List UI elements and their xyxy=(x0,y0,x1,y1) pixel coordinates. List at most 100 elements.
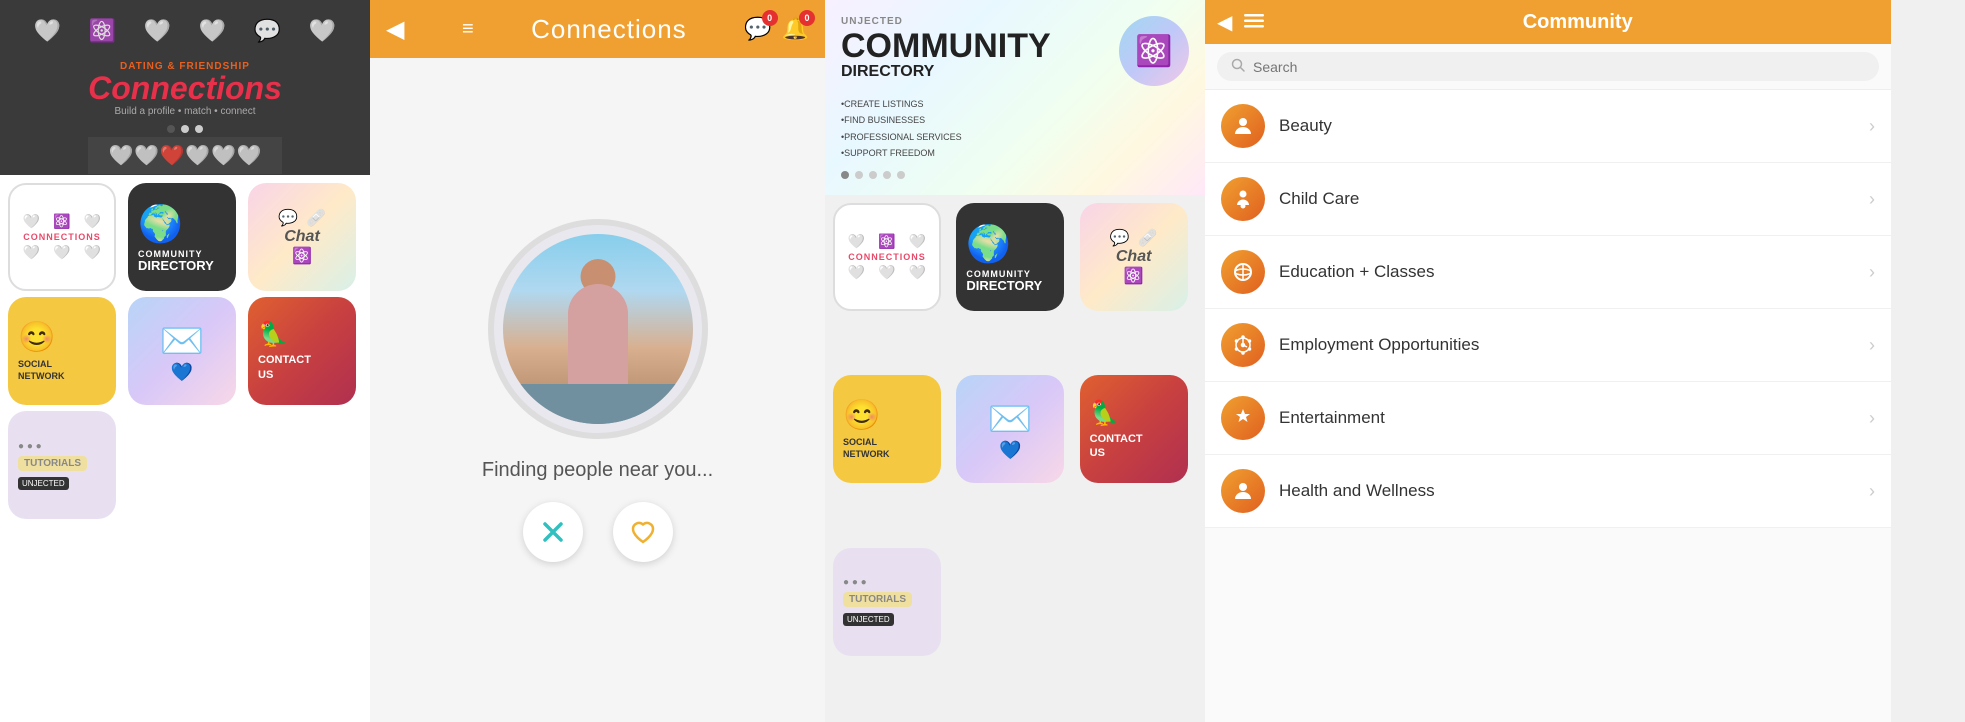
tut-label-2: TUTORIALS xyxy=(843,592,912,607)
beauty-icon xyxy=(1221,104,1265,148)
heart-b5: 🤍 xyxy=(211,143,236,168)
chat-label-2: Chat xyxy=(1116,248,1152,266)
dir-text1: COMMUNITY xyxy=(138,249,203,259)
menu-item-entertainment[interactable]: Entertainment › xyxy=(1205,382,1891,455)
tile-tutorials-2[interactable]: ● ● ● TUTORIALS UNJECTED xyxy=(833,548,941,656)
menu-item-beauty[interactable]: Beauty › xyxy=(1205,90,1891,163)
tile-directory[interactable]: 🌍 COMMUNITY DIRECTORY xyxy=(128,183,236,291)
childcare-label: Child Care xyxy=(1279,189,1855,209)
c2-top-icons: 🤍 ⚛️ 🤍 xyxy=(835,229,939,250)
search-input-container[interactable] xyxy=(1217,52,1879,81)
tile-federation[interactable]: ✉️ 💙 xyxy=(128,297,236,405)
top-banner: 🤍 ⚛️ 🤍 🤍 💬 🤍 DATING & FRIENDSHIP Connect… xyxy=(0,0,370,175)
matching-area: Finding people near you... xyxy=(370,58,825,722)
menu-item-health[interactable]: Health and Wellness › xyxy=(1205,455,1891,528)
back-button[interactable]: ◀ xyxy=(386,15,404,44)
comm-bullets-block: •CREATE LISTINGS •FIND BUSINESSES •PROFE… xyxy=(841,96,1189,161)
health-chevron: › xyxy=(1869,481,1875,502)
bird-2: 🦜 xyxy=(1090,399,1120,428)
profile-image xyxy=(503,234,693,424)
entertainment-label: Entertainment xyxy=(1279,408,1855,428)
fr-back-button[interactable]: ◀ xyxy=(1217,10,1232,35)
comm-dot-1 xyxy=(841,171,849,179)
notification-button[interactable]: 🔔 0 xyxy=(782,16,809,42)
beauty-chevron: › xyxy=(1869,116,1875,137)
dir-text2-2: DIRECTORY xyxy=(966,279,1042,292)
dots-row xyxy=(88,125,282,133)
dislike-button[interactable] xyxy=(523,502,583,562)
heart-icon-fed: 💙 xyxy=(171,362,193,383)
employment-label: Employment Opportunities xyxy=(1279,335,1855,355)
message-button[interactable]: 💬 0 xyxy=(744,16,771,42)
atom-icon-chat: ⚛️ xyxy=(292,246,312,266)
c2-bottom-icons: 🤍 🤍 🤍 xyxy=(835,264,939,285)
social-label: SOCIALNETWORK xyxy=(18,359,65,382)
entertainment-chevron: › xyxy=(1869,408,1875,429)
bandage-icon: 🩹 xyxy=(306,208,326,228)
heart-b3: ❤️ xyxy=(160,143,185,168)
comm-main-title: COMMUNITY xyxy=(841,29,1051,63)
dir-text2: DIRECTORY xyxy=(138,259,214,272)
comm-icon-circle: ⚛️ xyxy=(1119,16,1189,86)
c2-icon-3: 🤍 xyxy=(909,233,926,250)
comm-bullet-3: •PROFESSIONAL SERVICES xyxy=(841,129,1189,145)
tut-label: TUTORIALS xyxy=(18,456,87,471)
tile-social[interactable]: 😊 SOCIALNETWORK xyxy=(8,297,116,405)
comm-unjected: UNJECTED xyxy=(841,16,1051,27)
envelope-2: ✉️ xyxy=(988,398,1033,440)
tile-chat-2[interactable]: 💬 🩹 Chat ⚛️ xyxy=(1080,203,1188,311)
tile-contact-2[interactable]: 🦜 CONTACTUS xyxy=(1080,375,1188,483)
connections-bottom-icons: 🤍 🤍 🤍 xyxy=(10,244,114,265)
bird-icon: 🦜 xyxy=(258,320,288,349)
childcare-icon xyxy=(1221,177,1265,221)
connections-label: CONNECTIONS xyxy=(23,232,101,242)
bandage-2: 🩹 xyxy=(1138,228,1158,248)
search-input[interactable] xyxy=(1253,59,1865,75)
tile-social-2[interactable]: 😊 SOCIALNETWORK xyxy=(833,375,941,483)
middle-panel: ◀ ≡ Connections 💬 0 🔔 0 Finding pe xyxy=(370,0,825,722)
tile-chat[interactable]: 💬 🩹 Chat ⚛️ xyxy=(248,183,356,291)
entertainment-icon xyxy=(1221,396,1265,440)
education-label: Education + Classes xyxy=(1279,262,1855,282)
contact-label: CONTACTUS xyxy=(258,353,311,382)
tile-tutorials[interactable]: ● ● ● TUTORIALS UNJECTED xyxy=(8,411,116,519)
c2-label: CONNECTIONS xyxy=(848,252,926,262)
heart-icon-2: 🤍 xyxy=(144,18,171,44)
menu-item-employment[interactable]: Employment Opportunities › xyxy=(1205,309,1891,382)
menu-item-childcare[interactable]: Child Care › xyxy=(1205,163,1891,236)
tile-connections[interactable]: 🤍 ⚛️ 🤍 CONNECTIONS 🤍 🤍 🤍 xyxy=(8,183,116,291)
tile-federation-2[interactable]: ✉️ 💙 xyxy=(956,375,1064,483)
comm-bullet-1: •CREATE LISTINGS xyxy=(841,96,1189,112)
c2-icon-2: ⚛️ xyxy=(878,233,895,250)
banner-center: 🤍 ⚛️ 🤍 🤍 💬 🤍 DATING & FRIENDSHIP Connect… xyxy=(88,31,282,174)
tut-dots: ● ● ● xyxy=(18,441,42,452)
menu-item-education[interactable]: Education + Classes › xyxy=(1205,236,1891,309)
header-menu-icon[interactable]: ≡ xyxy=(462,18,474,41)
far-right-header: ◀ Community xyxy=(1205,0,1891,44)
search-bar xyxy=(1205,44,1891,90)
header-icons: 💬 0 🔔 0 xyxy=(744,16,809,42)
tut-brand: UNJECTED xyxy=(18,477,69,490)
tile-connections-2[interactable]: 🤍 ⚛️ 🤍 CONNECTIONS 🤍 🤍 🤍 xyxy=(833,203,941,311)
comm-bullet-4: •SUPPORT FREEDOM xyxy=(841,145,1189,161)
app-grid: 🤍 ⚛️ 🤍 CONNECTIONS 🤍 🤍 🤍 🌍 COMMUNITY DIR… xyxy=(0,175,370,527)
notification-badge: 0 xyxy=(799,10,815,26)
heart-2: 💙 xyxy=(999,440,1021,461)
childcare-chevron: › xyxy=(1869,189,1875,210)
education-chevron: › xyxy=(1869,262,1875,283)
health-icon xyxy=(1221,469,1265,513)
chat-bubble-2: 💬 xyxy=(1110,228,1130,248)
tile-contact[interactable]: 🦜 CONTACTUS xyxy=(248,297,356,405)
tile-directory-2[interactable]: 🌍 COMMUNITY DIRECTORY xyxy=(956,203,1064,311)
tut-dots-2: ● ● ● xyxy=(843,577,867,588)
banner-bottom-icons: 🤍 🤍 ❤️ 🤍 🤍 🤍 xyxy=(88,137,282,174)
comm-atom-icon: ⚛️ xyxy=(1135,34,1172,69)
employment-icon xyxy=(1221,323,1265,367)
dir-text1-2: COMMUNITY xyxy=(966,269,1031,279)
heart-icon-3: 🤍 xyxy=(199,18,226,44)
health-label: Health and Wellness xyxy=(1279,481,1855,501)
like-button[interactable] xyxy=(613,502,673,562)
fr-header-title: Community xyxy=(1276,11,1879,34)
fr-menu-icon[interactable] xyxy=(1244,12,1264,33)
social-label-2: SOCIALNETWORK xyxy=(843,437,890,460)
